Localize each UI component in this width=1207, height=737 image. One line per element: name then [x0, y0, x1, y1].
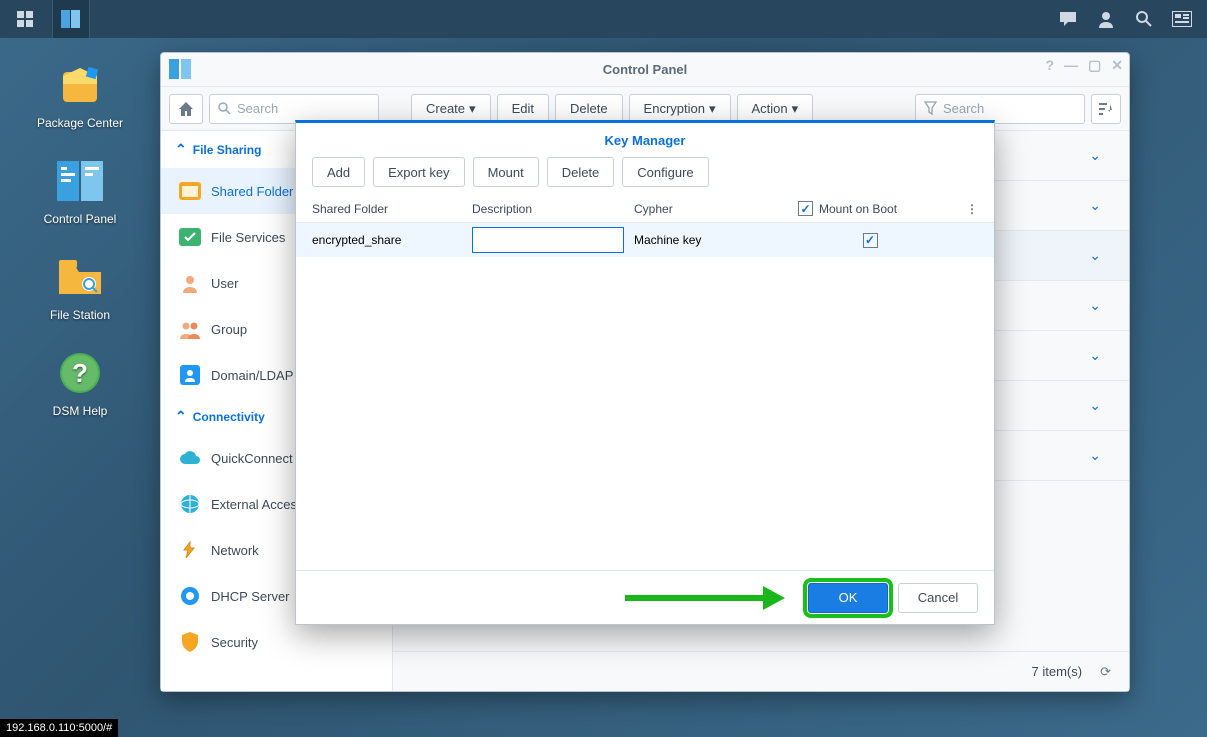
dhcp-icon — [179, 585, 201, 607]
chevron-down-icon: ⌄ — [1089, 147, 1101, 164]
chevron-up-icon: ⌃ — [175, 141, 187, 158]
taskbar-app-controlpanel[interactable] — [52, 0, 90, 38]
close-icon[interactable]: ✕ — [1111, 57, 1123, 74]
desktop-label: File Station — [30, 308, 130, 322]
modal-toolbar: Add Export key Mount Delete Configure — [296, 157, 994, 195]
mount-button[interactable]: Mount — [473, 157, 539, 187]
desktop-control-panel[interactable]: Control Panel — [30, 156, 130, 226]
person-icon — [179, 272, 201, 294]
taskbar — [0, 0, 1207, 38]
search-placeholder: Search — [237, 101, 278, 116]
sidebar-search-input[interactable]: Search — [209, 94, 379, 124]
cell-folder: encrypted_share — [312, 233, 472, 247]
column-menu-icon[interactable]: ⋮ — [966, 202, 978, 216]
chevron-down-icon: ⌄ — [1089, 397, 1101, 414]
cancel-button[interactable]: Cancel — [898, 583, 978, 613]
search-icon[interactable] — [1125, 0, 1163, 38]
table-header: Shared Folder Description Cypher Mount o… — [296, 195, 994, 223]
network-icon — [179, 539, 201, 561]
edit-button[interactable]: Edit — [497, 94, 549, 124]
desktop-package-center[interactable]: Package Center — [30, 60, 130, 130]
chevron-down-icon: ⌄ — [1089, 197, 1101, 214]
col-description: Description — [472, 202, 634, 216]
folder-icon — [179, 180, 201, 202]
shield-icon — [179, 631, 201, 653]
window-titlebar[interactable]: Control Panel ? — ▢ ✕ — [161, 53, 1129, 87]
chat-icon[interactable] — [1049, 0, 1087, 38]
sidebar-item-security[interactable]: Security — [161, 619, 392, 665]
window-title: Control Panel — [603, 62, 688, 77]
chevron-down-icon: ⌄ — [1089, 297, 1101, 314]
action-button[interactable]: Action▾ — [737, 94, 814, 124]
create-button[interactable]: Create▾ — [411, 94, 491, 124]
domain-icon — [179, 364, 201, 386]
main-menu-icon[interactable] — [6, 0, 44, 38]
chevron-down-icon: ⌄ — [1089, 247, 1101, 264]
add-button[interactable]: Add — [312, 157, 365, 187]
col-mount-on-boot[interactable]: Mount on Boot — [798, 201, 948, 216]
ok-button[interactable]: OK — [808, 583, 888, 613]
delete-button[interactable]: Delete — [555, 94, 623, 124]
desktop-dsm-help[interactable]: ? DSM Help — [30, 348, 130, 418]
table-row[interactable]: encrypted_share Machine key — [296, 223, 994, 257]
desktop-file-station[interactable]: File Station — [30, 252, 130, 322]
item-count: 7 item(s) — [1032, 664, 1083, 679]
user-icon[interactable] — [1087, 0, 1125, 38]
desktop-icons: Package Center Control Panel File Statio… — [30, 60, 150, 444]
chevron-down-icon: ⌄ — [1089, 347, 1101, 364]
sort-button[interactable] — [1091, 94, 1121, 124]
globe-icon — [179, 493, 201, 515]
desktop-label: Package Center — [30, 116, 130, 130]
mount-checkbox[interactable] — [863, 233, 878, 248]
filter-placeholder: Search — [943, 101, 984, 116]
status-bar: 192.168.0.110:5000/# — [0, 719, 118, 737]
status-url: 192.168.0.110:5000/# — [6, 722, 112, 734]
group-icon — [179, 318, 201, 340]
file-services-icon — [179, 226, 201, 248]
delete-button[interactable]: Delete — [547, 157, 615, 187]
svg-text:?: ? — [72, 358, 88, 388]
list-footer: 7 item(s) ⟳ — [393, 651, 1129, 691]
header-checkbox[interactable] — [798, 201, 813, 216]
export-key-button[interactable]: Export key — [373, 157, 464, 187]
description-input[interactable] — [472, 227, 624, 253]
encryption-button[interactable]: Encryption▾ — [629, 94, 731, 124]
help-icon[interactable]: ? — [1045, 57, 1054, 74]
modal-title: Key Manager — [296, 123, 994, 157]
refresh-icon[interactable]: ⟳ — [1100, 664, 1111, 680]
cloud-icon — [179, 447, 201, 469]
filter-input[interactable]: Search — [915, 94, 1085, 124]
modal-key-manager: Key Manager Add Export key Mount Delete … — [295, 120, 995, 625]
col-shared-folder: Shared Folder — [312, 202, 472, 216]
modal-footer: OK Cancel — [296, 570, 994, 624]
desktop-label: Control Panel — [30, 212, 130, 226]
widgets-icon[interactable] — [1163, 0, 1201, 38]
cell-cypher: Machine key — [634, 233, 798, 247]
chevron-up-icon: ⌃ — [175, 408, 187, 425]
desktop-label: DSM Help — [30, 404, 130, 418]
chevron-down-icon: ⌄ — [1089, 447, 1101, 464]
home-button[interactable] — [169, 94, 203, 124]
configure-button[interactable]: Configure — [622, 157, 708, 187]
minimize-icon[interactable]: — — [1064, 57, 1078, 74]
maximize-icon[interactable]: ▢ — [1088, 57, 1101, 74]
col-cypher: Cypher — [634, 202, 798, 216]
